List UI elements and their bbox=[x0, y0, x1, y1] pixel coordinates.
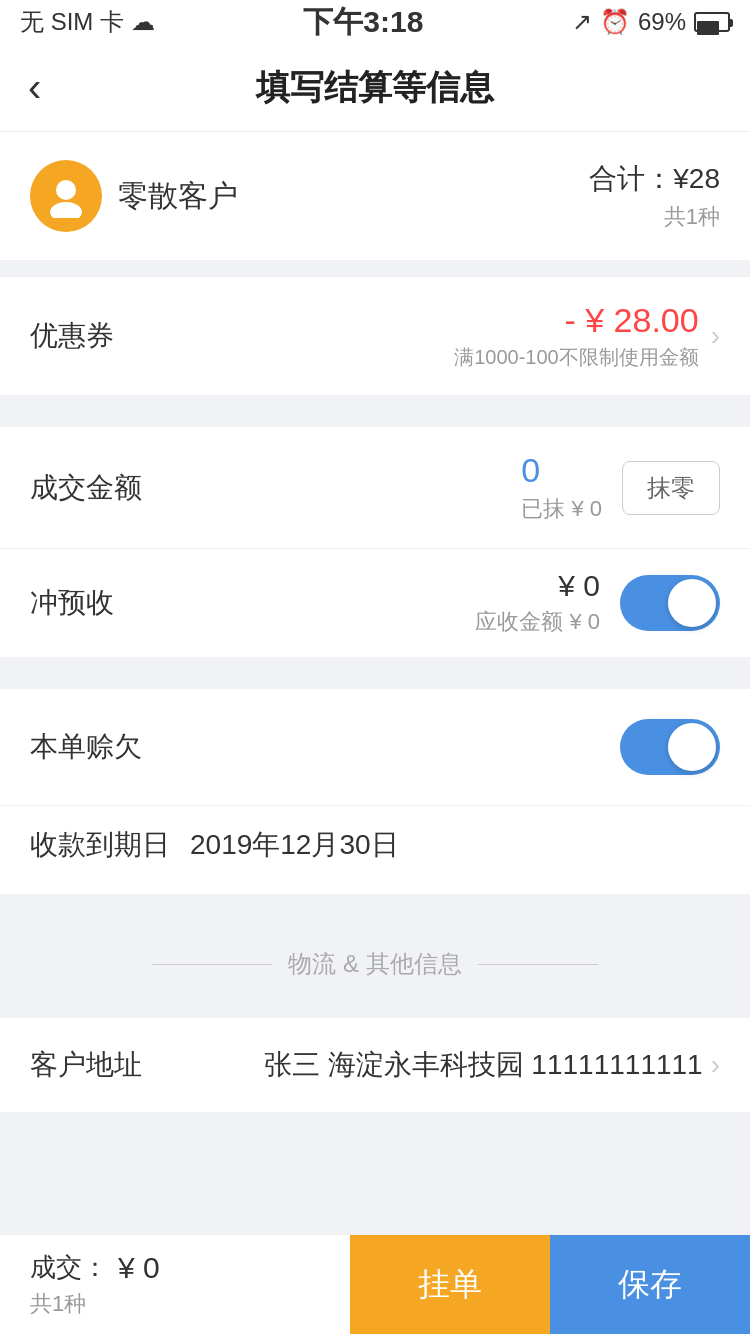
status-right: ↗ ⏰ 69% bbox=[572, 8, 730, 36]
customer-row: 零散客户 合计：¥28 共1种 bbox=[0, 132, 750, 260]
coupon-right: - ¥ 28.00 满1000-100不限制使用金额 › bbox=[454, 301, 720, 371]
divider-1 bbox=[0, 411, 750, 427]
coupon-block: - ¥ 28.00 满1000-100不限制使用金额 bbox=[454, 301, 699, 371]
bottom-deal: 成交： ¥ 0 bbox=[30, 1250, 320, 1285]
svg-point-0 bbox=[56, 180, 76, 200]
coupon-discount: - ¥ 28.00 bbox=[454, 301, 699, 340]
divider-3 bbox=[0, 910, 750, 926]
bottom-bar: 成交： ¥ 0 共1种 挂单 保存 bbox=[0, 1234, 750, 1334]
battery-icon bbox=[694, 12, 730, 32]
prepaid-toggle[interactable] bbox=[620, 575, 720, 631]
round-off-button[interactable]: 抹零 bbox=[622, 461, 720, 515]
transaction-sub: 已抹 ¥ 0 bbox=[521, 494, 602, 524]
nav-bar: ‹ 填写结算等信息 bbox=[0, 44, 750, 132]
transaction-right: 0 已抹 ¥ 0 抹零 bbox=[521, 451, 720, 524]
toggle-knob bbox=[668, 579, 716, 627]
total-count: 共1种 bbox=[589, 202, 720, 232]
debt-row: 本单赊欠 bbox=[0, 689, 750, 805]
bottom-spacer bbox=[0, 1112, 750, 1232]
chevron-right-icon: › bbox=[711, 320, 720, 352]
bottom-count: 共1种 bbox=[30, 1289, 320, 1319]
logistics-label: 物流 & 其他信息 bbox=[152, 948, 597, 980]
coupon-row[interactable]: 优惠券 - ¥ 28.00 满1000-100不限制使用金额 › bbox=[0, 276, 750, 395]
logistics-section: 物流 & 其他信息 bbox=[0, 926, 750, 1002]
prepaid-label: 冲预收 bbox=[30, 584, 114, 622]
page-title: 填写结算等信息 bbox=[256, 65, 494, 111]
coupon-label: 优惠券 bbox=[30, 317, 114, 355]
hold-button[interactable]: 挂单 bbox=[350, 1235, 550, 1335]
transaction-label: 成交金额 bbox=[30, 469, 142, 507]
customer-section: 零散客户 合计：¥28 共1种 bbox=[0, 132, 750, 260]
address-right: 张三 海淀永丰科技园 11111111111 › bbox=[264, 1046, 720, 1084]
divider-2 bbox=[0, 673, 750, 689]
address-section[interactable]: 客户地址 张三 海淀永丰科技园 11111111111 › bbox=[0, 1018, 750, 1112]
alarm-icon: ⏰ bbox=[600, 8, 630, 36]
signal-text: 无 SIM 卡 ☁ bbox=[20, 6, 155, 38]
coupon-desc: 满1000-100不限制使用金额 bbox=[454, 344, 699, 371]
bottom-info: 成交： ¥ 0 共1种 bbox=[0, 1250, 350, 1319]
status-left: 无 SIM 卡 ☁ bbox=[20, 6, 155, 38]
transaction-value: 0 bbox=[521, 451, 602, 490]
debt-toggle-knob bbox=[668, 723, 716, 771]
due-date-row: 收款到期日 2019年12月30日 bbox=[0, 805, 750, 894]
deal-amount: ¥ 0 bbox=[118, 1251, 160, 1285]
save-button[interactable]: 保存 bbox=[550, 1235, 750, 1335]
customer-name: 零散客户 bbox=[118, 176, 238, 217]
battery-text: 69% bbox=[638, 8, 686, 36]
address-chevron-icon: › bbox=[711, 1049, 720, 1081]
customer-left: 零散客户 bbox=[30, 160, 238, 232]
svg-point-1 bbox=[50, 202, 82, 218]
debt-section: 本单赊欠 收款到期日 2019年12月30日 bbox=[0, 689, 750, 894]
avatar bbox=[30, 160, 102, 232]
due-label: 收款到期日 bbox=[30, 826, 170, 864]
customer-summary: 合计：¥28 共1种 bbox=[589, 160, 720, 232]
deal-label: 成交： bbox=[30, 1250, 108, 1285]
debt-toggle[interactable] bbox=[620, 719, 720, 775]
transaction-row: 成交金额 0 已抹 ¥ 0 抹零 bbox=[0, 427, 750, 548]
prepaid-amount: ¥ 0 bbox=[475, 569, 600, 603]
due-value: 2019年12月30日 bbox=[190, 826, 399, 864]
coupon-section[interactable]: 优惠券 - ¥ 28.00 满1000-100不限制使用金额 › bbox=[0, 276, 750, 395]
address-row[interactable]: 客户地址 张三 海淀永丰科技园 11111111111 › bbox=[0, 1018, 750, 1112]
prepaid-right: ¥ 0 应收金额 ¥ 0 bbox=[475, 569, 720, 637]
location-icon: ↗ bbox=[572, 8, 592, 36]
prepaid-row: 冲预收 ¥ 0 应收金额 ¥ 0 bbox=[0, 548, 750, 657]
address-value: 张三 海淀永丰科技园 11111111111 bbox=[264, 1046, 703, 1084]
status-bar: 无 SIM 卡 ☁ 下午3:18 ↗ ⏰ 69% bbox=[0, 0, 750, 44]
back-button[interactable]: ‹ bbox=[28, 65, 41, 110]
debt-label: 本单赊欠 bbox=[30, 728, 142, 766]
prepaid-sub: 应收金额 ¥ 0 bbox=[475, 607, 600, 637]
transaction-section: 成交金额 0 已抹 ¥ 0 抹零 冲预收 ¥ 0 应收金额 ¥ 0 bbox=[0, 427, 750, 657]
address-label: 客户地址 bbox=[30, 1046, 142, 1084]
prepaid-amount-wrap: ¥ 0 应收金额 ¥ 0 bbox=[475, 569, 600, 637]
total-amount: 合计：¥28 bbox=[589, 160, 720, 198]
status-time: 下午3:18 bbox=[303, 2, 423, 43]
